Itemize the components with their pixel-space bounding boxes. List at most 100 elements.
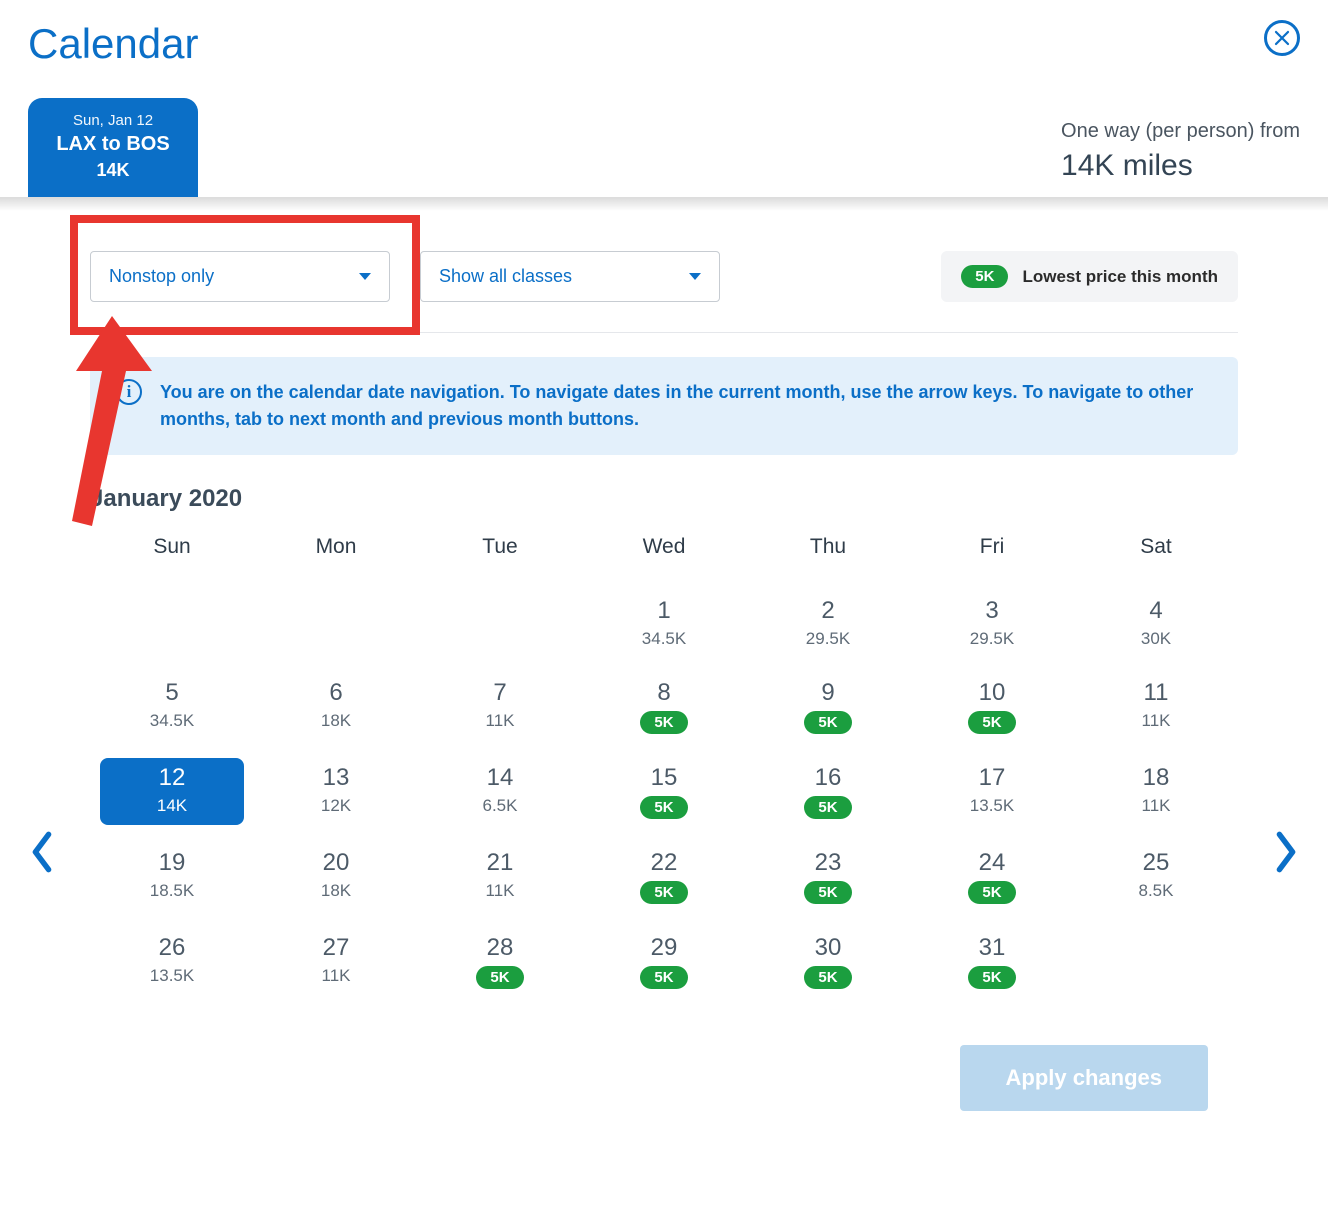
lowest-price-chip: 5K Lowest price this month [941,251,1238,302]
day-cell-blank [254,591,418,655]
day-price: 29.5K [910,629,1074,649]
day-number: 19 [90,849,254,877]
day-price-pill: 5K [968,881,1015,904]
weekday-label: Tue [418,535,582,559]
day-number: 14 [418,764,582,792]
prev-month-button[interactable] [28,830,56,879]
day-cell[interactable]: 2018K [254,843,418,910]
info-banner: i You are on the calendar date navigatio… [90,357,1238,455]
day-number: 27 [254,934,418,962]
day-number: 10 [910,679,1074,707]
day-price: 11K [418,881,582,901]
apply-changes-button[interactable]: Apply changes [960,1045,1208,1111]
day-number: 28 [418,934,582,962]
day-cell[interactable]: 165K [746,758,910,825]
day-cell[interactable]: 245K [910,843,1074,910]
day-price-pill: 5K [640,711,687,734]
day-number: 30 [746,934,910,962]
weekday-label: Fri [910,535,1074,559]
cabin-filter[interactable]: Show all classes [420,251,720,302]
day-number: 13 [254,764,418,792]
weekday-label: Thu [746,535,910,559]
day-number: 23 [746,849,910,877]
close-icon [1273,29,1291,47]
day-number: 17 [910,764,1074,792]
day-price: 14K [100,796,244,816]
summary-value: 14K miles [1061,149,1300,183]
day-cell[interactable]: 285K [418,928,582,995]
day-number: 11 [1074,679,1238,707]
day-cell[interactable]: 235K [746,843,910,910]
day-number: 3 [910,597,1074,625]
day-number: 26 [90,934,254,962]
day-cell[interactable]: 155K [582,758,746,825]
day-cell-blank [90,591,254,655]
day-price: 8.5K [1074,881,1238,901]
day-price-pill: 5K [640,966,687,989]
close-button[interactable] [1264,20,1300,56]
day-cell[interactable]: 1811K [1074,758,1238,825]
day-cell[interactable]: 3 29.5K [910,591,1074,655]
day-cell[interactable]: 430K [1074,591,1238,655]
day-cell[interactable]: 305K [746,928,910,995]
stops-filter-value: Nonstop only [109,266,214,287]
day-cell[interactable]: 2613.5K [90,928,254,995]
day-number: 7 [418,679,582,707]
trip-tab[interactable]: Sun, Jan 12 LAX to BOS 14K [28,98,198,197]
day-cell[interactable]: 1312K [254,758,418,825]
day-cell[interactable]: 2711K [254,928,418,995]
day-price: 34.5K [582,629,746,649]
day-cell[interactable]: 14 6.5K [418,758,582,825]
weekday-label: Sat [1074,535,1238,559]
day-cell[interactable]: 534.5K [90,673,254,740]
day-cell[interactable]: 711K [418,673,582,740]
day-price: 6.5K [418,796,582,816]
chevron-down-icon [689,273,701,280]
day-cell[interactable]: 95K [746,673,910,740]
lowest-price-label: Lowest price this month [1022,267,1218,287]
stops-filter[interactable]: Nonstop only [90,251,390,302]
day-cell[interactable]: 2111K [418,843,582,910]
weekday-label: Wed [582,535,746,559]
day-number: 12 [100,764,244,792]
day-cell[interactable]: 105K [910,673,1074,740]
day-cell[interactable]: 1111K [1074,673,1238,740]
cabin-filter-value: Show all classes [439,266,572,287]
calendar-grid: 134.5K229.5K329.5K430K534.5K618K711K85K9… [90,591,1238,995]
info-text: You are on the calendar date navigation.… [160,379,1212,433]
day-number: 24 [910,849,1074,877]
day-cell[interactable]: 618K [254,673,418,740]
day-number: 20 [254,849,418,877]
day-cell[interactable]: 134.5K [582,591,746,655]
day-cell[interactable]: 85K [582,673,746,740]
day-cell[interactable]: 295K [582,928,746,995]
weekday-header: SunMonTueWedThuFriSat [90,535,1238,559]
day-price: 12K [254,796,418,816]
day-number: 15 [582,764,746,792]
chevron-right-icon [1272,830,1300,874]
day-cell[interactable]: 315K [910,928,1074,995]
day-price: 18K [254,711,418,731]
day-cell[interactable]: 258.5K [1074,843,1238,910]
day-cell[interactable]: 229.5K [746,591,910,655]
day-price-pill: 5K [804,881,851,904]
day-price-pill: 5K [640,796,687,819]
day-number: 22 [582,849,746,877]
day-price: 34.5K [90,711,254,731]
day-cell[interactable]: 1214K [100,758,244,825]
day-cell[interactable]: 1713.5K [910,758,1074,825]
day-number: 31 [910,934,1074,962]
day-cell[interactable]: 225K [582,843,746,910]
day-price-pill: 5K [476,966,523,989]
page-title: Calendar [28,20,198,68]
month-label: January 2020 [90,485,1238,513]
day-cell[interactable]: 1918.5K [90,843,254,910]
day-number: 6 [254,679,418,707]
day-number: 4 [1074,597,1238,625]
day-price: 11K [254,966,418,986]
filter-row: Nonstop only Show all classes 5K Lowest … [90,211,1238,332]
lowest-price-pill: 5K [961,265,1008,288]
next-month-button[interactable] [1272,830,1300,879]
weekday-label: Sun [90,535,254,559]
day-number: 18 [1074,764,1238,792]
